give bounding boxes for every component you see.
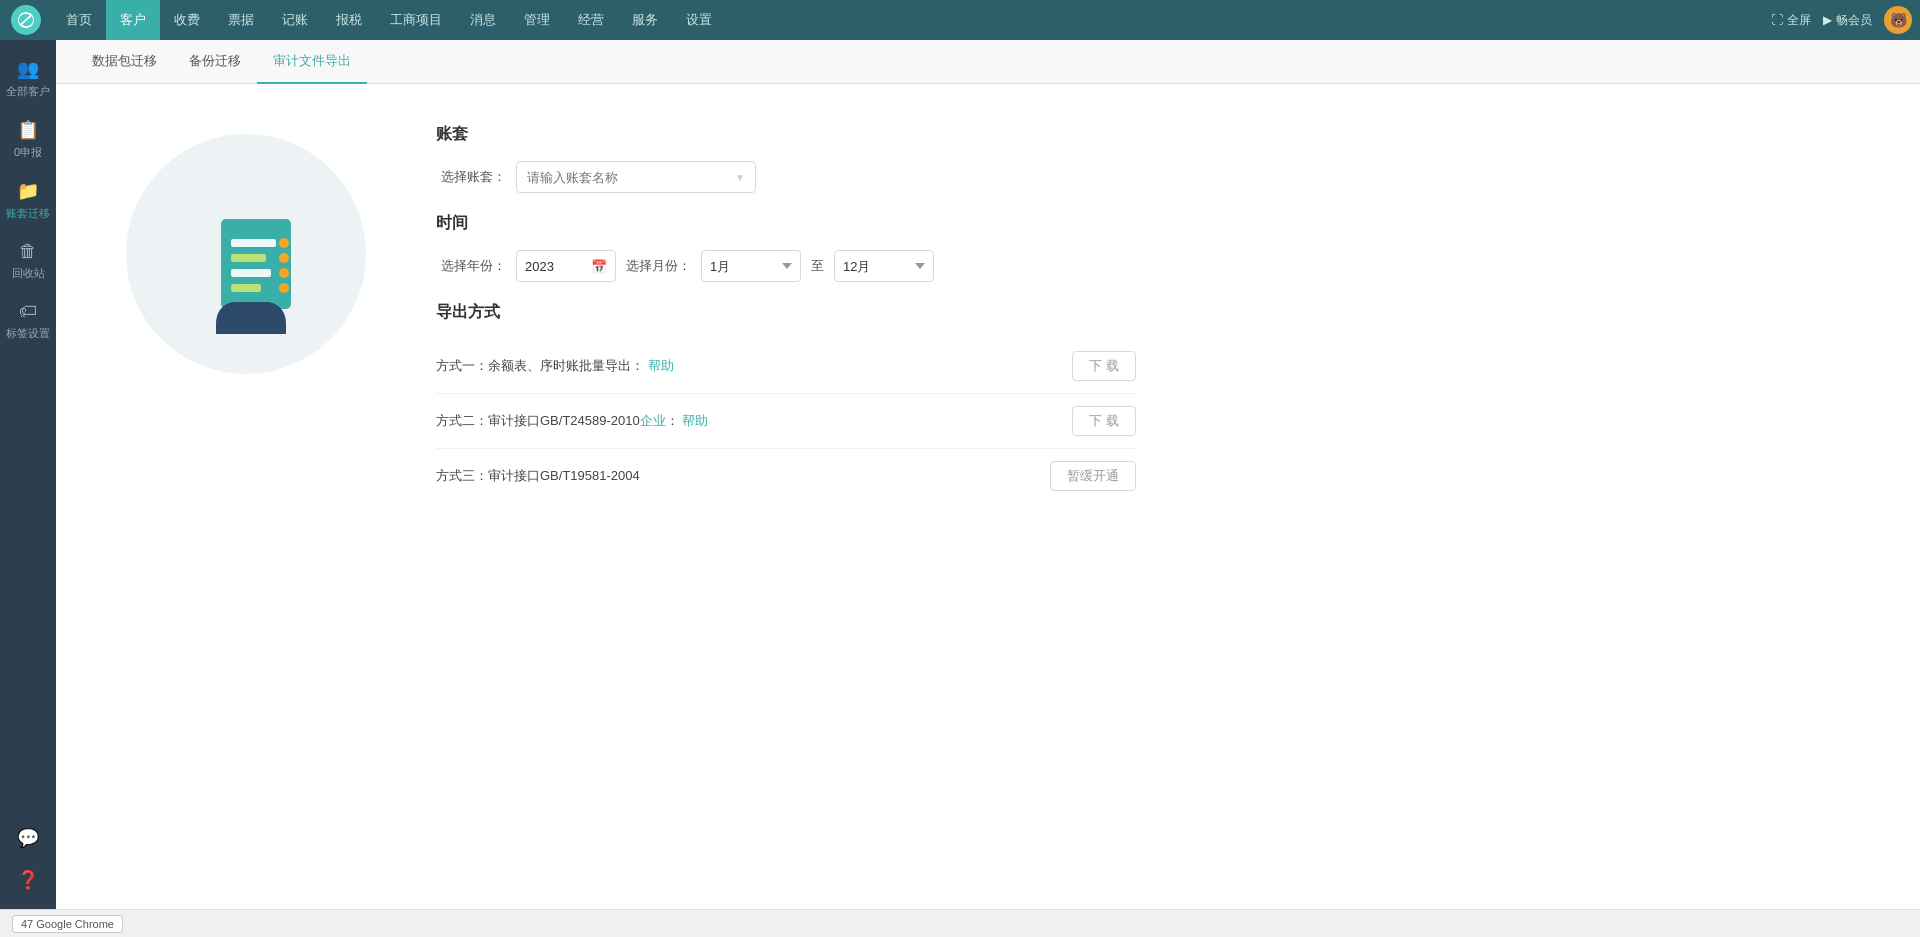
sidebar-item-account-migration[interactable]: 📁 账套迁移 [0, 170, 56, 231]
svg-rect-2 [231, 254, 266, 262]
tag-settings-icon: 🏷 [19, 301, 37, 322]
month-from-select[interactable]: 1月2月3月 4月5月6月 7月8月9月 10月11月12月 [701, 250, 801, 282]
method-2-label: 方式二：审计接口GB/T24589-2010 [436, 413, 640, 428]
month-label: 选择月份： [626, 257, 691, 275]
avatar[interactable]: 🐻 [1884, 6, 1912, 34]
illustration [116, 124, 376, 384]
svg-point-8 [279, 283, 289, 293]
tab-data-migration[interactable]: 数据包迁移 [76, 40, 173, 84]
method-2-company-link[interactable]: 企业 [640, 413, 666, 428]
separator-label: 至 [811, 257, 824, 275]
method-1-help-link[interactable]: 帮助 [648, 358, 674, 373]
month-to-select[interactable]: 1月2月3月 4月5月6月 7月8月9月 10月11月12月 [834, 250, 934, 282]
account-label: 选择账套： [436, 168, 506, 186]
nav-home[interactable]: 首页 [52, 0, 106, 40]
nav-settings[interactable]: 设置 [672, 0, 726, 40]
chrome-tab: 47 Google Chrome [12, 915, 123, 933]
page-content: 账套 选择账套： ▼ 时间 选择年份： 2023 📅 选择月份 [56, 84, 1920, 909]
sidebar-item-recycle[interactable]: 🗑 回收站 [0, 231, 56, 291]
sidebar-item-zero-report[interactable]: 📋 0申报 [0, 109, 56, 170]
recycle-icon: 🗑 [19, 241, 37, 262]
nav-service[interactable]: 服务 [618, 0, 672, 40]
method-3-label: 方式三：审计接口GB/T19581-2004 [436, 468, 640, 483]
top-nav: 首页 客户 收费 票据 记账 报税 工商项目 消息 管理 经营 服务 设置 ⛶ … [0, 0, 1920, 40]
account-migration-icon: 📁 [17, 180, 39, 202]
logo [8, 2, 44, 38]
method-1-text: 方式一：余额表、序时账批量导出： 帮助 [436, 357, 674, 375]
nav-client[interactable]: 客户 [106, 0, 160, 40]
main-layout: 👥 全部客户 📋 0申报 📁 账套迁移 🗑 回收站 🏷 标签设置 💬 ❓ 数据包… [0, 40, 1920, 909]
svg-point-5 [279, 238, 289, 248]
tab-audit-export[interactable]: 审计文件导出 [257, 40, 367, 84]
content-area: 数据包迁移 备份迁移 审计文件导出 [56, 40, 1920, 909]
nav-bookkeeping[interactable]: 记账 [268, 0, 322, 40]
method-2-colon: ： [666, 413, 679, 428]
illustration-circle [126, 134, 366, 374]
status-bar: 47 Google Chrome [0, 909, 1920, 937]
export-method-1: 方式一：余额表、序时账批量导出： 帮助 下 载 [436, 339, 1136, 394]
form-area: 账套 选择账套： ▼ 时间 选择年份： 2023 📅 选择月份 [436, 124, 1136, 503]
method-2-download-button[interactable]: 下 载 [1072, 406, 1136, 436]
nav-manage[interactable]: 管理 [510, 0, 564, 40]
tab-bar: 数据包迁移 备份迁移 审计文件导出 [56, 40, 1920, 84]
svg-point-7 [279, 268, 289, 278]
sidebar-item-label: 0申报 [14, 145, 42, 160]
method-3-coming-soon-button: 暂缓开通 [1050, 461, 1136, 491]
year-input[interactable]: 2023 📅 [516, 250, 616, 282]
fullscreen-icon: ⛶ [1771, 13, 1783, 27]
sidebar-item-label: 全部客户 [6, 84, 50, 99]
svg-rect-4 [231, 284, 261, 292]
account-dropdown-icon: ▼ [735, 172, 745, 183]
member-label: 畅会员 [1836, 12, 1872, 29]
account-input[interactable]: ▼ [516, 161, 756, 193]
sidebar-bottom-icon2[interactable]: ❓ [11, 863, 45, 897]
svg-point-6 [279, 253, 289, 263]
nav-fee[interactable]: 收费 [160, 0, 214, 40]
nav-tax[interactable]: 报税 [322, 0, 376, 40]
sidebar-item-label: 账套迁移 [6, 206, 50, 221]
account-text-input[interactable] [527, 170, 735, 185]
time-row: 选择年份： 2023 📅 选择月份： 1月2月3月 4月5月6月 7月8月9月 … [436, 250, 1136, 282]
method-1-label: 方式一：余额表、序时账批量导出： [436, 358, 644, 373]
account-section-title: 账套 [436, 124, 1136, 145]
account-row: 选择账套： ▼ [436, 161, 1136, 193]
export-section-title: 导出方式 [436, 302, 1136, 323]
nav-business[interactable]: 工商项目 [376, 0, 456, 40]
svg-rect-3 [231, 269, 271, 277]
export-method-2: 方式二：审计接口GB/T24589-2010企业： 帮助 下 载 [436, 394, 1136, 449]
svg-rect-1 [231, 239, 276, 247]
tab-backup-migration[interactable]: 备份迁移 [173, 40, 257, 84]
sidebar-item-label: 回收站 [12, 266, 45, 281]
svg-rect-0 [221, 219, 291, 309]
method-1-download-button[interactable]: 下 载 [1072, 351, 1136, 381]
nav-message[interactable]: 消息 [456, 0, 510, 40]
member-icon: ▶ [1823, 13, 1832, 27]
nav-items: 首页 客户 收费 票据 记账 报税 工商项目 消息 管理 经营 服务 设置 [52, 0, 1771, 40]
year-value: 2023 [525, 259, 554, 274]
method-2-help-link[interactable]: 帮助 [682, 413, 708, 428]
sidebar-item-all-clients[interactable]: 👥 全部客户 [0, 48, 56, 109]
sidebar-bottom-icon1[interactable]: 💬 [11, 821, 45, 855]
method-2-text: 方式二：审计接口GB/T24589-2010企业： 帮助 [436, 412, 708, 430]
fullscreen-button[interactable]: ⛶ 全屏 [1771, 12, 1811, 29]
illustration-svg [166, 174, 326, 334]
nav-right: ⛶ 全屏 ▶ 畅会员 🐻 [1771, 6, 1912, 34]
export-method-3: 方式三：审计接口GB/T19581-2004 暂缓开通 [436, 449, 1136, 503]
calendar-icon: 📅 [591, 259, 607, 274]
method-3-text: 方式三：审计接口GB/T19581-2004 [436, 467, 640, 485]
fullscreen-label: 全屏 [1787, 12, 1811, 29]
nav-invoice[interactable]: 票据 [214, 0, 268, 40]
nav-operation[interactable]: 经营 [564, 0, 618, 40]
sidebar-item-tag-settings[interactable]: 🏷 标签设置 [0, 291, 56, 351]
sidebar-item-label: 标签设置 [6, 326, 50, 341]
time-section-title: 时间 [436, 213, 1136, 234]
member-button[interactable]: ▶ 畅会员 [1823, 12, 1872, 29]
logo-icon [11, 5, 41, 35]
zero-report-icon: 📋 [17, 119, 39, 141]
sidebar: 👥 全部客户 📋 0申报 📁 账套迁移 🗑 回收站 🏷 标签设置 💬 ❓ [0, 40, 56, 909]
all-clients-icon: 👥 [17, 58, 39, 80]
year-label: 选择年份： [436, 257, 506, 275]
sidebar-bottom: 💬 ❓ [11, 821, 45, 909]
